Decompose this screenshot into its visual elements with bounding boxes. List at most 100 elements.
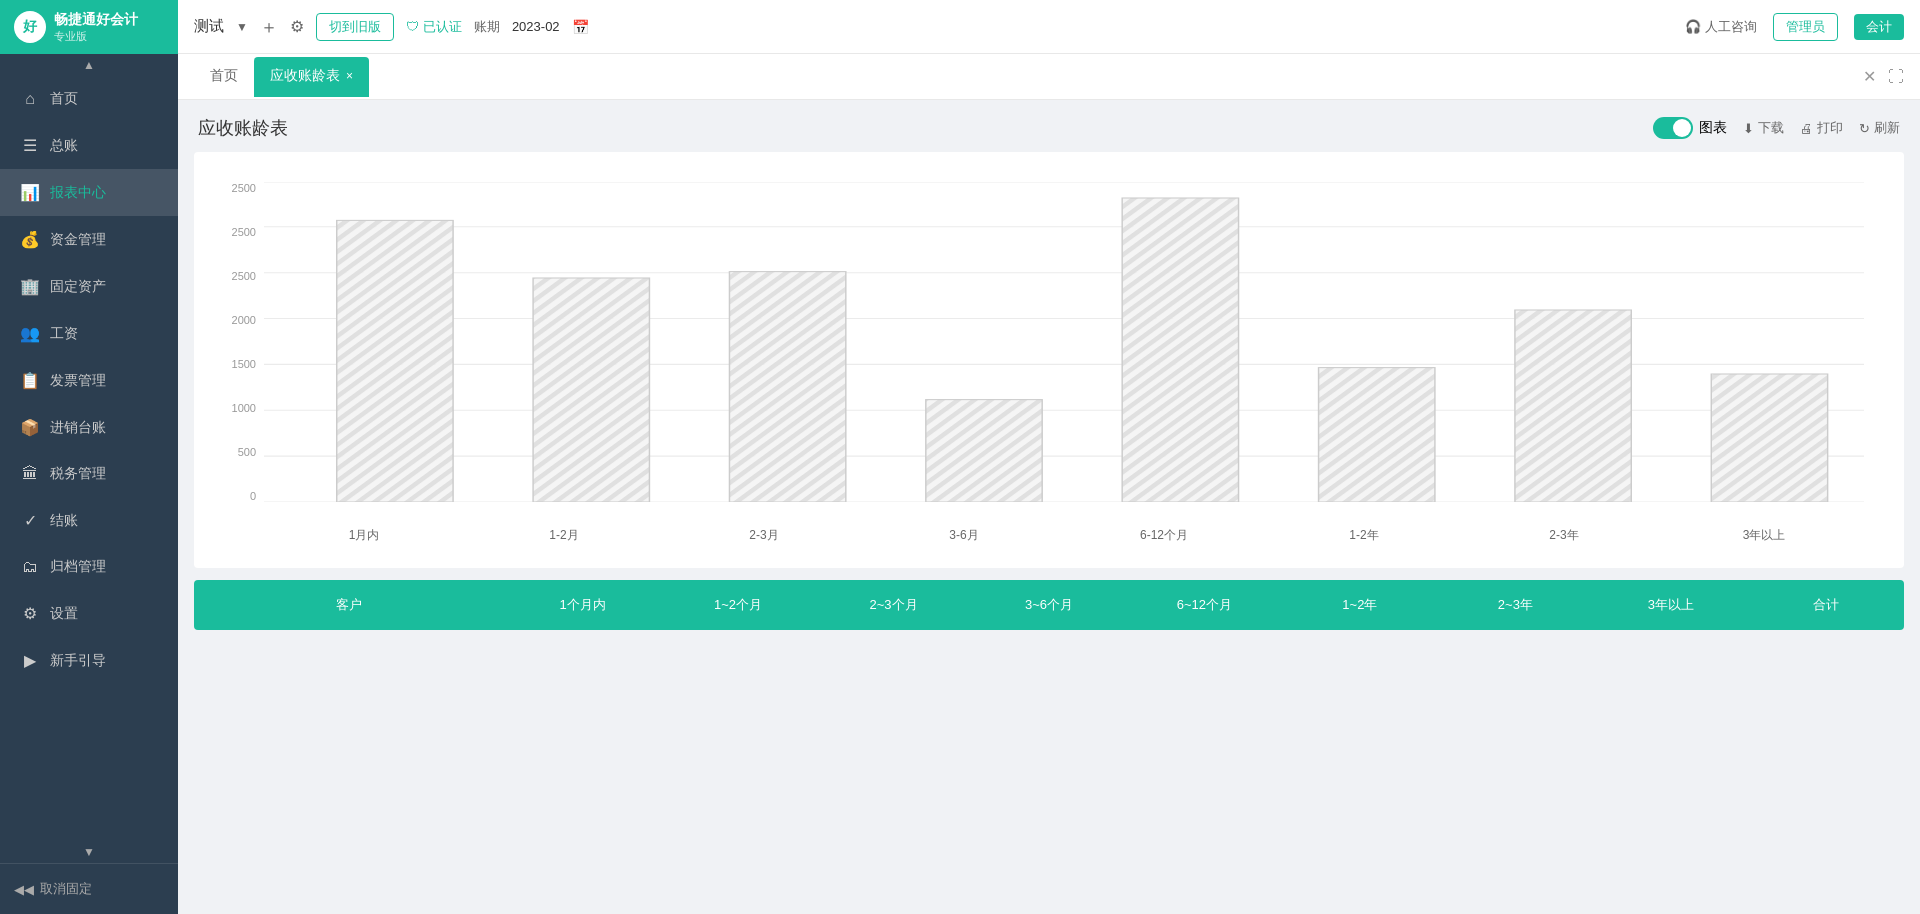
sidebar-item-invoices[interactable]: 📋 发票管理	[0, 357, 178, 404]
sidebar-item-label: 发票管理	[50, 372, 106, 390]
y-axis: 2500 2500 2500 2000 1500 1000 500 0	[214, 182, 264, 502]
sidebar-item-label: 设置	[50, 605, 78, 623]
sidebar-item-wages[interactable]: 👥 工资	[0, 310, 178, 357]
home-icon: ⌂	[20, 90, 40, 108]
close-account-icon: ✓	[20, 511, 40, 530]
sidebar-item-label: 新手引导	[50, 652, 106, 670]
invoices-icon: 📋	[20, 371, 40, 390]
sidebar-item-home[interactable]: ⌂ 首页	[0, 76, 178, 122]
add-project-icon[interactable]: ＋	[260, 15, 278, 39]
toggle-track[interactable]	[1653, 117, 1693, 139]
print-icon: 🖨	[1800, 121, 1813, 136]
x-label-3y-plus: 3年以上	[1664, 527, 1864, 544]
th-3-6m: 3~6个月	[971, 580, 1126, 630]
content-area: 应收账龄表 图表 ⬇ 下载 🖨 打印 ↻ 刷新	[178, 100, 1920, 914]
project-name: 测试	[194, 17, 224, 36]
th-1m: 1个月内	[505, 580, 660, 630]
close-window-icon[interactable]: ✕	[1863, 67, 1876, 86]
sidebar-item-label: 工资	[50, 325, 78, 343]
x-label-1-2y: 1-2年	[1264, 527, 1464, 544]
chart-svg	[264, 182, 1864, 502]
x-label-2-3m: 2-3月	[664, 527, 864, 544]
print-button[interactable]: 🖨 打印	[1800, 119, 1843, 137]
y-label: 2500	[232, 226, 256, 238]
wages-icon: 👥	[20, 324, 40, 343]
sidebar-item-label: 固定资产	[50, 278, 106, 296]
sidebar-item-settings[interactable]: ⚙ 设置	[0, 590, 178, 637]
expand-icon[interactable]: ⛶	[1888, 68, 1904, 86]
sidebar-item-label: 总账	[50, 137, 78, 155]
chart-container: 2500 2500 2500 2000 1500 1000 500 0	[194, 152, 1904, 568]
tab-close-icon[interactable]: ×	[346, 69, 353, 83]
project-settings-icon[interactable]: ⚙	[290, 17, 304, 36]
account-button[interactable]: 会计	[1854, 14, 1904, 40]
topbar-right: 🎧 人工咨询 管理员 会计	[1685, 13, 1904, 41]
x-label-3-6m: 3-6月	[864, 527, 1064, 544]
consult-button[interactable]: 🎧 人工咨询	[1685, 18, 1757, 36]
th-6-12m: 6~12个月	[1127, 580, 1282, 630]
purchase-icon: 📦	[20, 418, 40, 437]
cancel-fixed-button[interactable]: ◀◀ 取消固定	[14, 874, 164, 904]
tab-home[interactable]: 首页	[194, 57, 254, 97]
sidebar-navigation: ⌂ 首页 ☰ 总账 📊 报表中心 💰 资金管理 🏢 固定资产 👥 工资 📋 发票…	[0, 76, 178, 841]
assets-icon: 🏢	[20, 277, 40, 296]
y-label: 2000	[232, 314, 256, 326]
sidebar-item-archive[interactable]: 🗂 归档管理	[0, 544, 178, 590]
y-label: 500	[238, 446, 256, 458]
sidebar-item-funds[interactable]: 💰 资金管理	[0, 216, 178, 263]
logo-icon: 好	[14, 11, 46, 43]
guide-icon: ▶	[20, 651, 40, 670]
sidebar-item-purchase[interactable]: 📦 进销台账	[0, 404, 178, 451]
switch-version-button[interactable]: 切到旧版	[316, 13, 394, 41]
th-total: 合计	[1749, 580, 1904, 630]
admin-button[interactable]: 管理员	[1773, 13, 1838, 41]
download-icon: ⬇	[1743, 121, 1754, 136]
chart-toggle-label: 图表	[1699, 119, 1727, 137]
sidebar-item-guide[interactable]: ▶ 新手引导	[0, 637, 178, 684]
tab-receivable-aging[interactable]: 应收账龄表 ×	[254, 57, 369, 97]
th-2-3m: 2~3个月	[816, 580, 971, 630]
topbar: 测试 ▼ ＋ ⚙ 切到旧版 🛡 已认证 账期 2023-02 📅 🎧 人工咨询 …	[178, 0, 1920, 54]
svg-rect-8	[337, 220, 453, 502]
chart-toggle[interactable]: 图表	[1653, 117, 1727, 139]
x-label-1-2m: 1-2月	[464, 527, 664, 544]
sidebar: 好 畅捷通好会计 专业版 ▲ ⌂ 首页 ☰ 总账 📊 报表中心 💰 资金管理 🏢…	[0, 0, 178, 914]
svg-rect-10	[729, 272, 845, 502]
headset-icon: 🎧	[1685, 19, 1701, 34]
sidebar-scroll-down[interactable]: ▼	[0, 841, 178, 863]
tabs-right-actions: ✕ ⛶	[1863, 67, 1904, 86]
y-label: 2500	[232, 270, 256, 282]
sidebar-item-label: 结账	[50, 512, 78, 530]
archive-icon: 🗂	[20, 558, 40, 576]
th-1-2m: 1~2个月	[660, 580, 815, 630]
sidebar-item-tax[interactable]: 🏛 税务管理	[0, 451, 178, 497]
sidebar-item-close-account[interactable]: ✓ 结账	[0, 497, 178, 544]
page-header: 应收账龄表 图表 ⬇ 下载 🖨 打印 ↻ 刷新	[194, 116, 1904, 140]
refresh-button[interactable]: ↻ 刷新	[1859, 119, 1900, 137]
certified-badge: 🛡 已认证	[406, 18, 462, 36]
tax-icon: 🏛	[20, 465, 40, 483]
sidebar-scroll-up[interactable]: ▲	[0, 54, 178, 76]
sidebar-item-assets[interactable]: 🏢 固定资产	[0, 263, 178, 310]
cancel-fixed-icon: ◀◀	[14, 882, 34, 897]
calendar-icon[interactable]: 📅	[572, 19, 589, 35]
sidebar-item-label: 报表中心	[50, 184, 106, 202]
settings-icon: ⚙	[20, 604, 40, 623]
th-2-3y: 2~3年	[1438, 580, 1593, 630]
bar-chart: 2500 2500 2500 2000 1500 1000 500 0	[214, 172, 1884, 552]
project-dropdown-icon[interactable]: ▼	[236, 20, 248, 34]
tab-home-label: 首页	[210, 67, 238, 85]
svg-rect-9	[533, 278, 649, 502]
svg-rect-14	[1515, 310, 1631, 502]
tab-active-label: 应收账龄表	[270, 67, 340, 85]
ledger-icon: ☰	[20, 136, 40, 155]
page-actions: 图表 ⬇ 下载 🖨 打印 ↻ 刷新	[1653, 117, 1900, 139]
shield-icon: 🛡	[406, 19, 419, 34]
x-label-6-12m: 6-12个月	[1064, 527, 1264, 544]
y-label: 1000	[232, 402, 256, 414]
download-button[interactable]: ⬇ 下载	[1743, 119, 1784, 137]
sidebar-item-reports[interactable]: 📊 报表中心	[0, 169, 178, 216]
sidebar-item-ledger[interactable]: ☰ 总账	[0, 122, 178, 169]
sidebar-item-label: 资金管理	[50, 231, 106, 249]
sidebar-item-label: 税务管理	[50, 465, 106, 483]
